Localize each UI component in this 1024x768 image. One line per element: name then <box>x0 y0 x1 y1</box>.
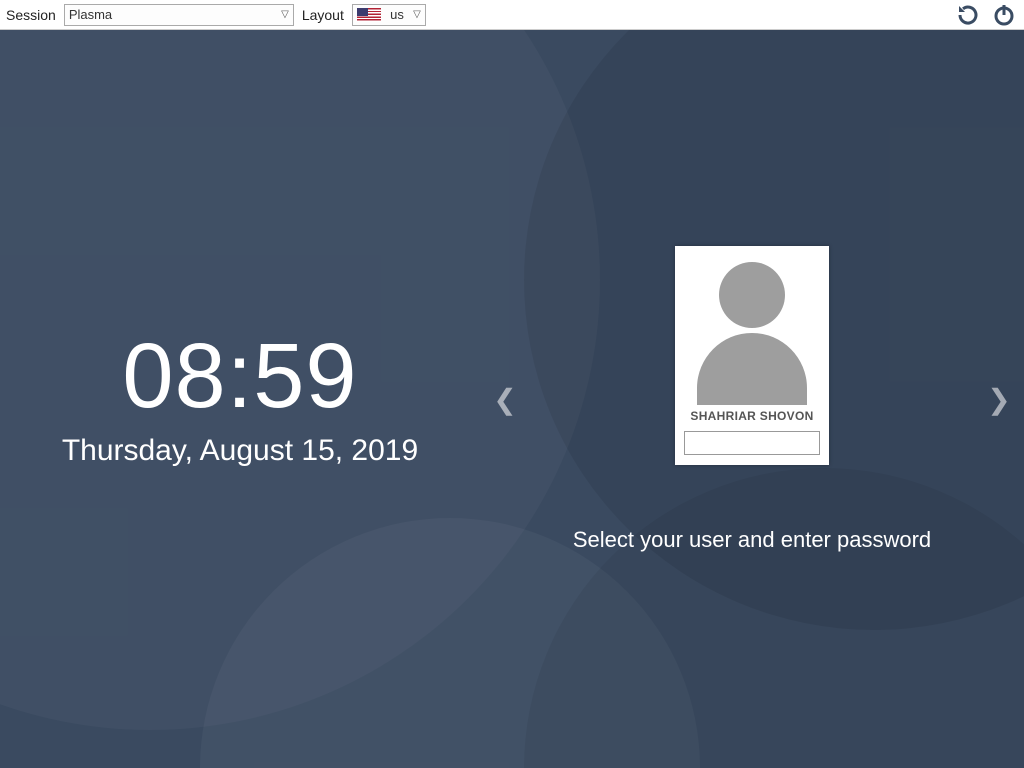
prev-user-button[interactable]: ❮ <box>490 369 520 429</box>
login-background: 08:59 Thursday, August 15, 2019 ❮ ❯ SHAH… <box>0 30 1024 768</box>
top-toolbar: Session Plasma ▽ Layout us ▽ <box>0 0 1024 30</box>
layout-value: us <box>390 7 404 22</box>
chevron-down-icon: ▽ <box>413 9 421 20</box>
chevron-down-icon: ▽ <box>281 9 289 20</box>
user-name: SHAHRIAR SHOVON <box>690 409 813 423</box>
next-user-button[interactable]: ❯ <box>984 369 1014 429</box>
us-flag-icon <box>357 8 381 22</box>
restart-icon <box>956 3 980 27</box>
shutdown-button[interactable] <box>990 1 1018 29</box>
login-prompt: Select your user and enter password <box>573 527 931 553</box>
chevron-right-icon: ❯ <box>987 383 1010 416</box>
user-card[interactable]: SHAHRIAR SHOVON <box>675 246 829 465</box>
layout-label: Layout <box>302 7 344 23</box>
user-pane: ❮ ❯ SHAHRIAR SHOVON Select your user and… <box>480 30 1024 768</box>
session-select[interactable]: Plasma ▽ <box>64 4 294 26</box>
power-icon <box>992 3 1016 27</box>
restart-button[interactable] <box>954 1 982 29</box>
session-value: Plasma <box>69 7 112 22</box>
password-input[interactable] <box>684 431 820 455</box>
avatar <box>679 250 825 405</box>
clock-time: 08:59 <box>122 330 357 422</box>
session-label: Session <box>6 7 56 23</box>
clock-pane: 08:59 Thursday, August 15, 2019 <box>0 30 480 768</box>
layout-select[interactable]: us ▽ <box>352 4 426 26</box>
chevron-left-icon: ❮ <box>493 383 516 416</box>
clock-date: Thursday, August 15, 2019 <box>62 434 418 468</box>
